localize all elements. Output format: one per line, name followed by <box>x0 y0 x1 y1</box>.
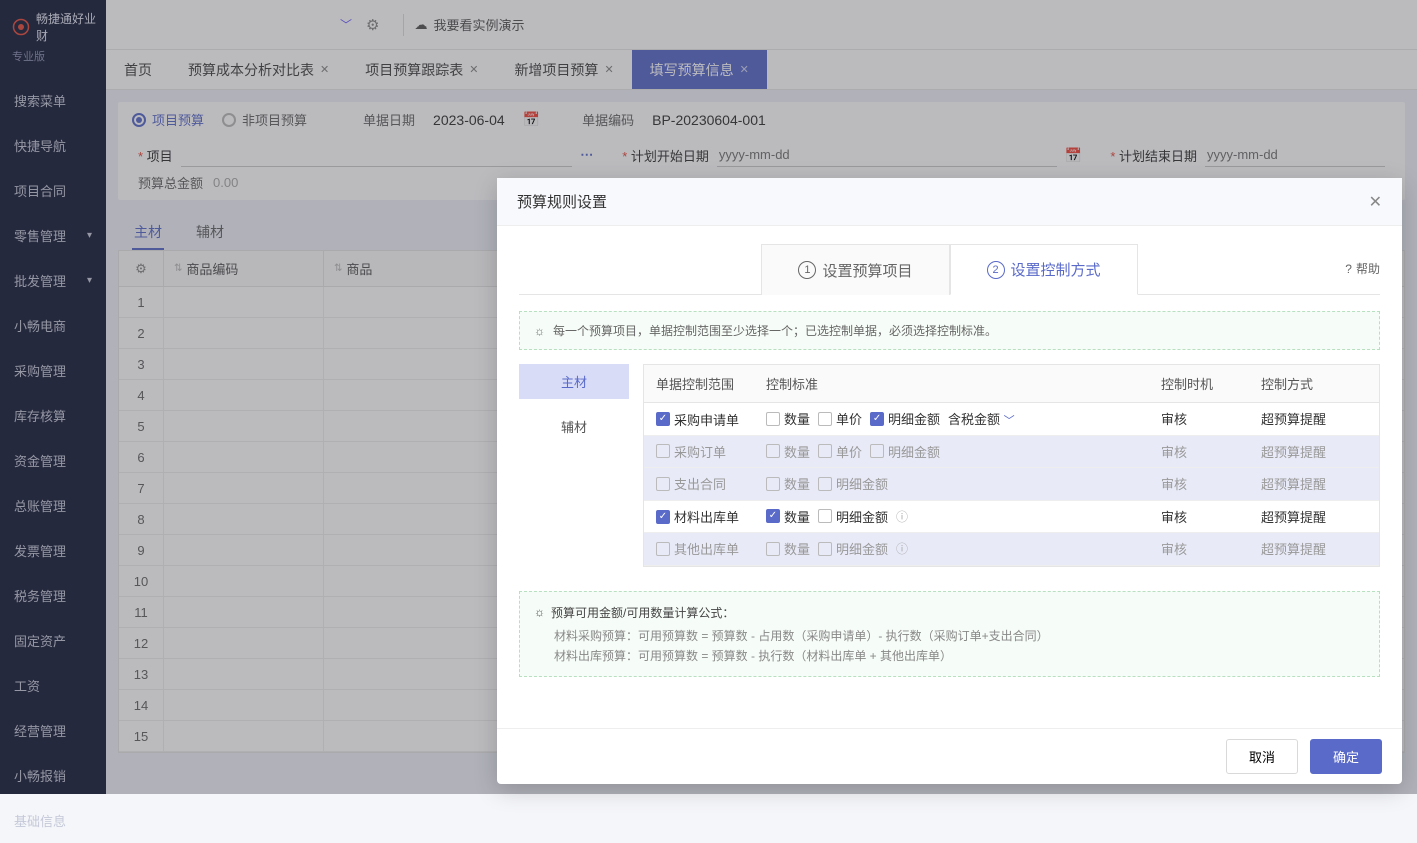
side-tab-main[interactable]: 主材 <box>519 364 629 399</box>
mode-cell: 超预算提醒 <box>1249 533 1379 564</box>
checkbox-单价[interactable]: 单价 <box>818 442 862 461</box>
close-icon[interactable]: ✕ <box>1369 192 1382 212</box>
checkbox-明细金额[interactable]: 明细金额 <box>870 442 940 461</box>
mode-cell[interactable]: 超预算提醒 <box>1249 403 1379 434</box>
control-row: 采购申请单 数量单价明细金额含税金额 ﹀ 审核超预算提醒 <box>644 403 1379 436</box>
tax-dropdown[interactable]: 含税金额 ﹀ <box>948 409 1015 428</box>
col-mode: 控制方式 <box>1249 365 1379 402</box>
timing-cell[interactable]: 审核 <box>1149 501 1249 532</box>
timing-cell: 审核 <box>1149 533 1249 564</box>
col-doc-scope: 单据控制范围 <box>644 365 754 402</box>
checkbox-单价[interactable]: 单价 <box>818 409 862 428</box>
step-tab-2[interactable]: 2 设置控制方式 <box>950 244 1138 295</box>
chevron-down-icon: ﹀ <box>1004 415 1015 427</box>
control-table: 单据控制范围 控制标准 控制时机 控制方式 采购申请单数量单价明细金额含税金额 … <box>643 364 1380 567</box>
budget-rule-modal: 预算规则设置 ✕ 1 设置预算项目 2 设置控制方式 ? 帮助 ☼ 每⼀个预算项… <box>497 178 1402 784</box>
timing-cell: 审核 <box>1149 436 1249 467</box>
info-icon[interactable]: ⓘ <box>896 508 908 525</box>
col-timing: 控制时机 <box>1149 365 1249 402</box>
side-tab-aux[interactable]: 辅材 <box>519 409 629 444</box>
help-link[interactable]: ? 帮助 <box>1345 260 1380 277</box>
info-icon[interactable]: ⓘ <box>896 540 908 557</box>
tip-banner: ☼ 每⼀个预算项⽬，单据控制范围⾄少选择⼀个；已选控制单据，必须选择控制标准。 <box>519 311 1380 350</box>
help-icon: ? <box>1345 262 1352 276</box>
doc-checkbox[interactable]: 其他出库单 <box>656 539 739 558</box>
timing-cell[interactable]: 审核 <box>1149 403 1249 434</box>
col-standard: 控制标准 <box>754 365 1149 402</box>
doc-checkbox[interactable]: 材料出库单 <box>656 507 739 526</box>
doc-checkbox[interactable]: 支出合同 <box>656 474 726 493</box>
control-row: 材料出库单 数量明细金额 ⓘ 审核超预算提醒 <box>644 501 1379 534</box>
checkbox-明细金额[interactable]: 明细金额 <box>818 474 888 493</box>
modal-title: 预算规则设置 <box>517 191 607 212</box>
sun-icon: ☼ <box>534 324 545 338</box>
checkbox-明细金额[interactable]: 明细金额 <box>870 409 940 428</box>
control-side-nav: 主材 辅材 <box>519 364 629 444</box>
doc-checkbox[interactable]: 采购申请单 <box>656 410 739 429</box>
timing-cell: 审核 <box>1149 468 1249 499</box>
checkbox-数量[interactable]: 数量 <box>766 474 810 493</box>
doc-checkbox[interactable]: 采购订单 <box>656 442 726 461</box>
checkbox-数量[interactable]: 数量 <box>766 442 810 461</box>
checkbox-数量[interactable]: 数量 <box>766 507 810 526</box>
ok-button[interactable]: 确定 <box>1310 739 1382 774</box>
step-number-icon: 1 <box>798 261 816 279</box>
formula-panel: ☼预算可用金额/可用数量计算公式： 材料采购预算：可用预算数 = 预算数 - 占… <box>519 591 1380 677</box>
control-row: 支出合同 数量明细金额 审核超预算提醒 <box>644 468 1379 501</box>
mode-cell[interactable]: 超预算提醒 <box>1249 501 1379 532</box>
sidebar-item-16[interactable]: 基础信息 <box>0 798 106 843</box>
step-tab-1[interactable]: 1 设置预算项目 <box>761 244 949 295</box>
cancel-button[interactable]: 取消 <box>1226 739 1298 774</box>
step-number-icon: 2 <box>987 261 1005 279</box>
bulb-icon: ☼ <box>534 605 545 619</box>
control-row: 采购订单 数量单价明细金额 审核超预算提醒 <box>644 436 1379 469</box>
control-row: 其他出库单 数量明细金额 ⓘ 审核超预算提醒 <box>644 533 1379 566</box>
checkbox-数量[interactable]: 数量 <box>766 539 810 558</box>
mode-cell: 超预算提醒 <box>1249 436 1379 467</box>
checkbox-数量[interactable]: 数量 <box>766 409 810 428</box>
checkbox-明细金额[interactable]: 明细金额 <box>818 539 888 558</box>
mode-cell: 超预算提醒 <box>1249 468 1379 499</box>
checkbox-明细金额[interactable]: 明细金额 <box>818 507 888 526</box>
